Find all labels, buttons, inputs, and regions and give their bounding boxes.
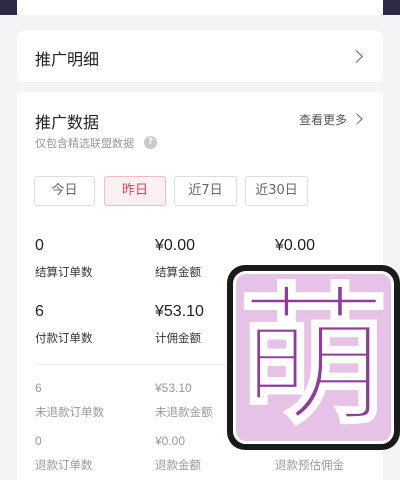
unrefunded-orders-value: 6 (35, 381, 42, 395)
top-dark-edge-left (0, 0, 17, 15)
top-dark-edge-right (383, 0, 400, 15)
settled-commission-value: ¥0.00 (275, 237, 316, 254)
commission-amount-label: 计佣金额 (155, 331, 201, 345)
tab-last-7-days[interactable]: 近7日 (174, 176, 237, 206)
view-more-link[interactable]: 查看更多 (299, 111, 347, 128)
chevron-right-icon (350, 50, 363, 63)
unrefunded-amount-value: ¥53.10 (155, 381, 192, 395)
commission-amount-value: ¥53.10 (155, 303, 204, 320)
help-icon[interactable]: ? (144, 136, 157, 149)
sticker-face: 萌 (233, 271, 394, 444)
promotion-detail-card[interactable]: 推广明细 (17, 31, 383, 82)
refunded-amount-label: 退款金额 (155, 458, 201, 472)
tab-today[interactable]: 今日 (34, 176, 95, 206)
tab-yesterday[interactable]: 昨日 (104, 176, 166, 206)
unrefunded-orders-label: 未退款订单数 (35, 405, 104, 419)
settled-orders-value: 0 (35, 237, 44, 254)
data-scope-note: 仅包含精选联盟数据 (35, 137, 134, 150)
top-card (17, 0, 383, 15)
sticker-glyph: 萌 (237, 271, 390, 444)
refund-est-commission-label: 退款预估佣金 (275, 458, 344, 472)
paid-orders-label: 付款订单数 (35, 331, 93, 345)
promotion-data-title: 推广数据 (35, 113, 100, 132)
unrefunded-amount-label: 未退款金额 (155, 405, 213, 419)
paid-orders-value: 6 (35, 303, 44, 320)
settled-orders-label: 结算订单数 (35, 265, 93, 279)
settled-amount-value: ¥0.00 (155, 237, 196, 254)
cute-sticker-overlay: 萌 (227, 265, 400, 450)
tab-last-30-days[interactable]: 近30日 (245, 176, 308, 206)
refunded-amount-value: ¥0.00 (155, 434, 186, 448)
settled-amount-label: 结算金额 (155, 265, 201, 279)
refunded-orders-value: 0 (35, 434, 42, 448)
promotion-detail-title: 推广明细 (35, 50, 100, 69)
refunded-orders-label: 退款订单数 (35, 458, 93, 472)
chevron-right-icon[interactable] (351, 113, 363, 125)
